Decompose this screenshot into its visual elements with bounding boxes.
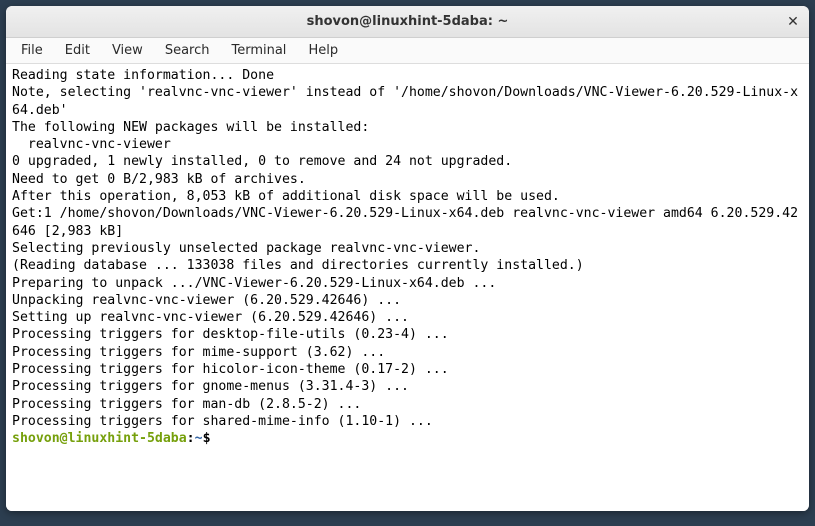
menu-file[interactable]: File	[10, 40, 54, 61]
menu-terminal[interactable]: Terminal	[220, 40, 297, 61]
menu-view[interactable]: View	[101, 40, 154, 61]
prompt-path: ~	[195, 431, 203, 446]
terminal-output: Reading state information... Done Note, …	[12, 68, 798, 429]
terminal-body[interactable]: Reading state information... Done Note, …	[6, 64, 809, 511]
window-title: shovon@linuxhint-5daba: ~	[307, 14, 509, 29]
menu-search[interactable]: Search	[154, 40, 221, 61]
titlebar[interactable]: shovon@linuxhint-5daba: ~ ✕	[6, 6, 809, 38]
menubar: File Edit View Search Terminal Help	[6, 38, 809, 64]
prompt-colon: :	[187, 431, 195, 446]
prompt-symbol: $	[203, 431, 211, 446]
close-icon: ✕	[787, 14, 799, 30]
menu-help[interactable]: Help	[297, 40, 349, 61]
prompt-user-host: shovon@linuxhint-5daba	[12, 431, 187, 446]
close-button[interactable]: ✕	[783, 12, 803, 32]
menu-edit[interactable]: Edit	[54, 40, 101, 61]
terminal-window: shovon@linuxhint-5daba: ~ ✕ File Edit Vi…	[6, 6, 809, 511]
cursor	[218, 432, 225, 446]
